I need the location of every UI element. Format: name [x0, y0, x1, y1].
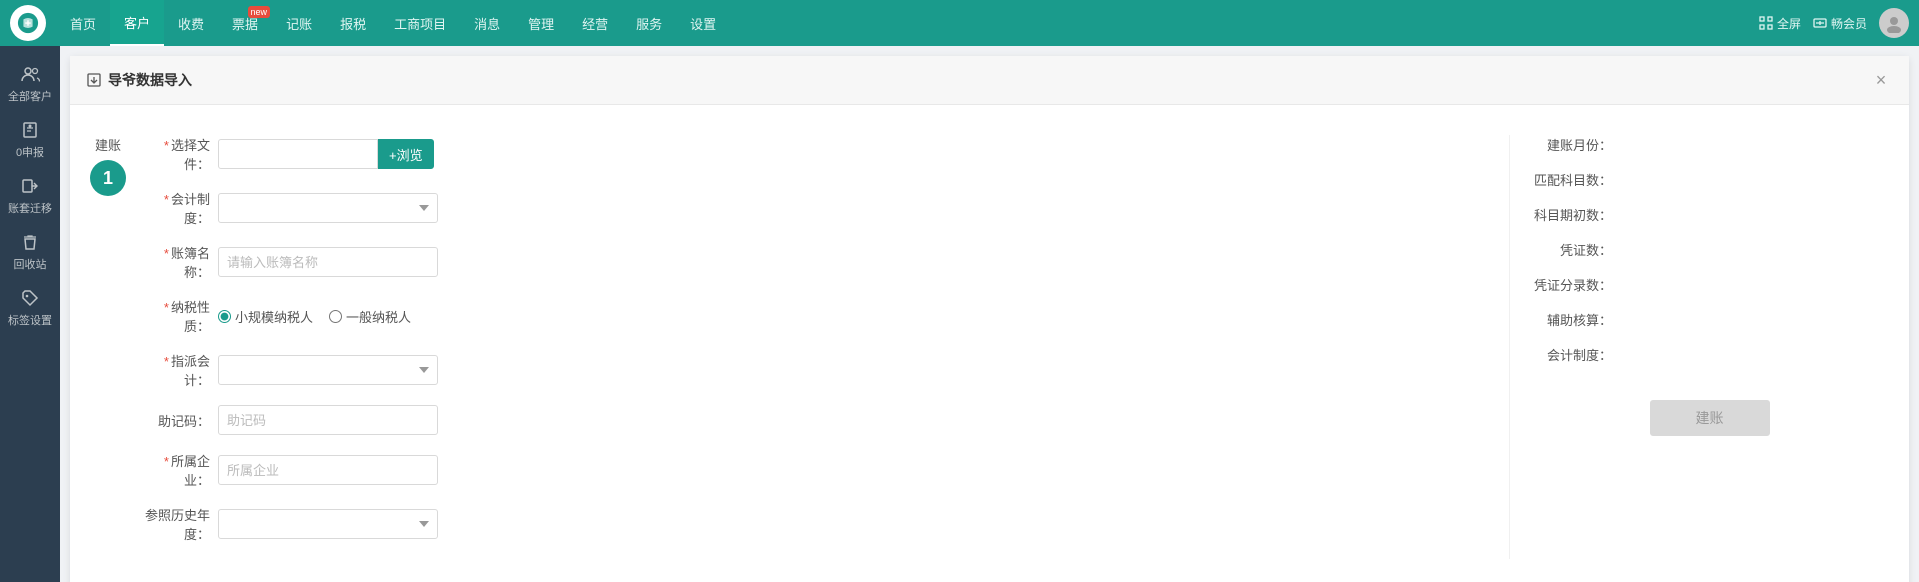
nav-operations[interactable]: 经营: [568, 0, 622, 46]
sidebar: 全部客户 0申报 账套迁移 回收站 标签设置: [0, 46, 60, 582]
nav-billing[interactable]: 收费: [164, 0, 218, 46]
new-badge: new: [248, 6, 271, 18]
sidebar-item-label: 标签设置: [8, 312, 52, 328]
assign-accountant-label: 指派会计：: [138, 351, 218, 389]
nav-services[interactable]: 服务: [622, 0, 676, 46]
form-rows: 选择文件： +浏览 会计制度：: [138, 135, 1509, 559]
voucher-entries-row: 凭证分录数：: [1530, 275, 1889, 294]
main-layout: 全部客户 0申报 账套迁移 回收站 标签设置: [0, 46, 1919, 582]
memo-row: 助记码：: [138, 405, 1509, 435]
build-btn-row: 建账: [1530, 390, 1889, 436]
vip-label: 畅会员: [1831, 15, 1867, 32]
import-icon: [86, 72, 102, 88]
assign-accountant-select[interactable]: [218, 355, 438, 385]
tax-type-general-label: 一般纳税人: [346, 307, 411, 326]
tax-type-radio-group: 小规模纳税人 一般纳税人: [218, 307, 411, 326]
vouchers-row: 凭证数：: [1530, 240, 1889, 259]
tax-type-row: 纳税性质： 小规模纳税人 一般纳税人: [138, 297, 1509, 335]
tax-type-general-radio[interactable]: [329, 310, 342, 323]
file-input[interactable]: [218, 139, 378, 169]
build-month-row: 建账月份：: [1530, 135, 1889, 154]
tax-type-small[interactable]: 小规模纳税人: [218, 307, 313, 326]
nav-messages[interactable]: 消息: [460, 0, 514, 46]
close-button[interactable]: ×: [1869, 68, 1893, 92]
sidebar-item-recycle-bin[interactable]: 回收站: [0, 224, 60, 280]
ledger-name-label: 账簿名称：: [138, 243, 218, 281]
company-row: 所属企业：: [138, 451, 1509, 489]
tax-type-general[interactable]: 一般纳税人: [329, 307, 411, 326]
step-badge: 1: [90, 160, 126, 196]
dialog-panel: 导爷数据导入 × 建账 1 选择文件：: [70, 56, 1909, 582]
file-input-group: +浏览: [218, 139, 434, 169]
ledger-name-row: 账簿名称：: [138, 243, 1509, 281]
step-label: 建账: [95, 135, 121, 154]
nav-customers[interactable]: 客户: [110, 0, 164, 46]
nav-invoices[interactable]: 票据 new: [218, 0, 272, 46]
match-subjects-label: 匹配科目数：: [1530, 170, 1620, 189]
step-indicator: 建账 1: [90, 135, 126, 196]
info-accounting-system-label: 会计制度：: [1530, 345, 1620, 364]
nav-business-projects[interactable]: 工商项目: [380, 0, 460, 46]
sidebar-item-label: 0申报: [16, 144, 44, 160]
tax-type-label: 纳税性质：: [138, 297, 218, 335]
accounting-system-row: 会计制度：: [138, 189, 1509, 227]
vouchers-label: 凭证数：: [1530, 240, 1620, 259]
aux-accounting-label: 辅助核算：: [1530, 310, 1620, 329]
left-section: 建账 1 选择文件： +浏览: [90, 135, 1509, 559]
memo-label: 助记码：: [138, 411, 218, 430]
accounting-system-select[interactable]: [218, 193, 438, 223]
memo-input[interactable]: [218, 405, 438, 435]
info-accounting-system-row: 会计制度：: [1530, 345, 1889, 364]
build-month-label: 建账月份：: [1530, 135, 1620, 154]
file-label: 选择文件：: [138, 135, 218, 173]
nav-settings[interactable]: 设置: [676, 0, 730, 46]
dialog-header: 导爷数据导入 ×: [70, 56, 1909, 105]
nav-right-controls: 全屏 畅会员: [1759, 8, 1909, 38]
sidebar-item-tag-settings[interactable]: 标签设置: [0, 280, 60, 336]
fullscreen-label: 全屏: [1777, 15, 1801, 32]
vip-btn[interactable]: 畅会员: [1813, 15, 1867, 32]
voucher-entries-label: 凭证分录数：: [1530, 275, 1620, 294]
company-input[interactable]: [218, 455, 438, 485]
dialog-title: 导爷数据导入: [86, 70, 192, 90]
tax-type-small-label: 小规模纳税人: [235, 307, 313, 326]
sidebar-item-zero-declaration[interactable]: 0申报: [0, 112, 60, 168]
sidebar-item-all-customers[interactable]: 全部客户: [0, 56, 60, 112]
tax-type-small-radio[interactable]: [218, 310, 231, 323]
file-row: 选择文件： +浏览: [138, 135, 1509, 173]
sidebar-item-label: 账套迁移: [8, 200, 52, 216]
nav-tax[interactable]: 报税: [326, 0, 380, 46]
nav-home[interactable]: 首页: [56, 0, 110, 46]
fullscreen-btn[interactable]: 全屏: [1759, 15, 1801, 32]
reference-year-row: 参照历史年度：: [138, 505, 1509, 543]
nav-menu: 首页 客户 收费 票据 new 记账 报税 工商项目 消息 管理 经营 服务 设…: [56, 0, 1759, 46]
browse-button[interactable]: +浏览: [378, 139, 434, 169]
nav-management[interactable]: 管理: [514, 0, 568, 46]
ledger-name-input[interactable]: [218, 247, 438, 277]
assign-accountant-row: 指派会计：: [138, 351, 1509, 389]
subjects-initial-label: 科目期初数：: [1530, 205, 1620, 224]
nav-bookkeeping[interactable]: 记账: [272, 0, 326, 46]
reference-year-select[interactable]: [218, 509, 438, 539]
reference-year-label: 参照历史年度：: [138, 505, 218, 543]
info-section: 建账月份： 匹配科目数： 科目期初数： 凭证数：: [1509, 135, 1889, 559]
aux-accounting-row: 辅助核算：: [1530, 310, 1889, 329]
dialog-body: 建账 1 选择文件： +浏览: [70, 105, 1909, 582]
sidebar-item-label: 全部客户: [8, 88, 52, 104]
build-button[interactable]: 建账: [1650, 400, 1770, 436]
avatar[interactable]: [1879, 8, 1909, 38]
sidebar-item-label: 回收站: [14, 256, 47, 272]
main-content: 导爷数据导入 × 建账 1 选择文件：: [60, 46, 1919, 582]
company-label: 所属企业：: [138, 451, 218, 489]
sidebar-item-ledger-migration[interactable]: 账套迁移: [0, 168, 60, 224]
top-navigation: 首页 客户 收费 票据 new 记账 报税 工商项目 消息 管理 经营 服务 设…: [0, 0, 1919, 46]
logo: [10, 5, 46, 41]
subjects-initial-row: 科目期初数：: [1530, 205, 1889, 224]
match-subjects-row: 匹配科目数：: [1530, 170, 1889, 189]
accounting-system-label: 会计制度：: [138, 189, 218, 227]
